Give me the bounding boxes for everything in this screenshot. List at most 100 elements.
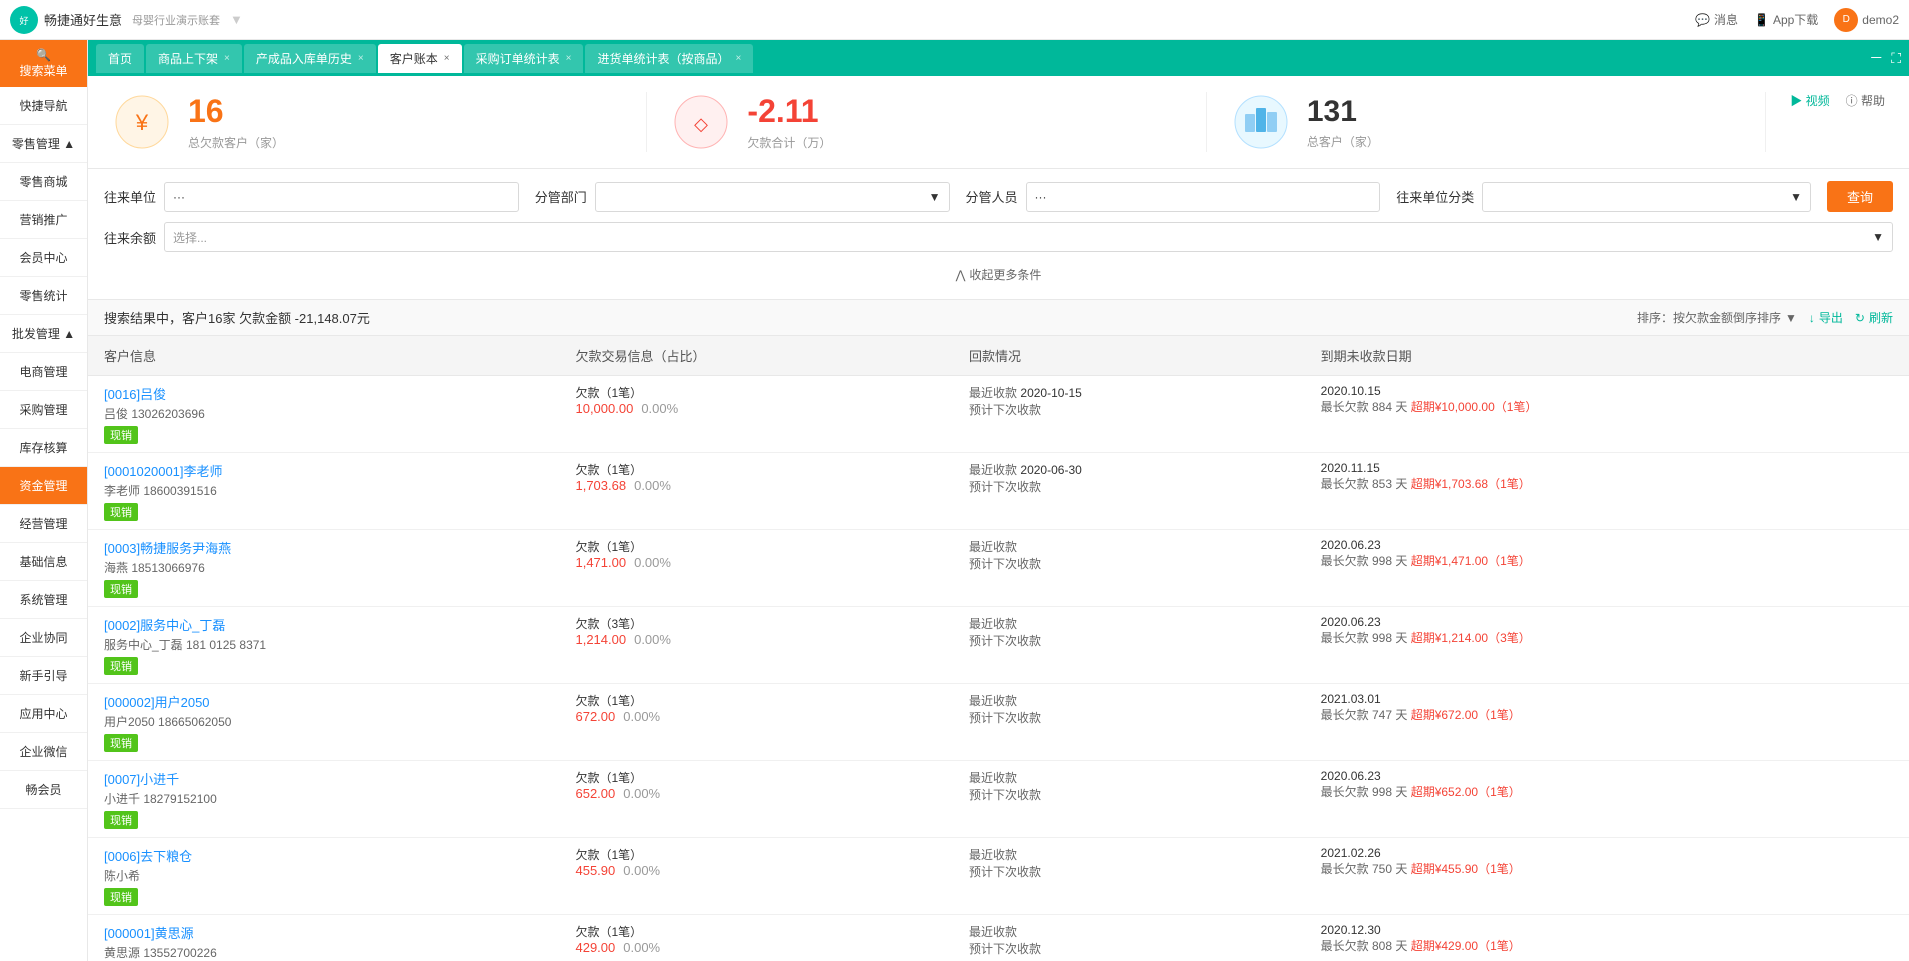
tab-close-customer[interactable]: × bbox=[444, 53, 450, 64]
table-row: [0001020001]李老师 李老师 18600391516 现销 欠款（1笔… bbox=[88, 453, 1909, 530]
sidebar-item-base-info[interactable]: 基础信息 bbox=[0, 543, 87, 581]
stat-amount-info: -2.11 欠款合计（万） bbox=[747, 93, 831, 151]
stat-total-customers: 131 总客户（家） bbox=[1231, 92, 1766, 152]
sidebar-item-system[interactable]: 系统管理 bbox=[0, 581, 87, 619]
customer-contact: 李老师 18600391516 bbox=[104, 482, 543, 499]
main-layout: 🔍 搜索菜单 快捷导航 零售管理 ▲ 零售商城 营销推广 会员中心 零售统计 bbox=[0, 40, 1909, 961]
debt-label: 欠款（1笔） bbox=[575, 769, 937, 786]
overdue-amount-text[interactable]: 超期¥429.00（1笔） bbox=[1411, 939, 1521, 953]
due-date: 2021.03.01 bbox=[1321, 692, 1893, 706]
collection-cell: 最近收款 预计下次收款 bbox=[953, 530, 1305, 607]
user-avatar[interactable]: D demo2 bbox=[1834, 8, 1899, 32]
customer-contact: 黄思源 13552700226 bbox=[104, 944, 543, 961]
customer-name[interactable]: [000002]用户2050 bbox=[104, 692, 543, 711]
source-unit-input[interactable]: ··· bbox=[164, 182, 519, 212]
sidebar-item-wechat[interactable]: 企业微信 bbox=[0, 733, 87, 771]
stat-overdue-customers: ¥ 16 总欠款客户（家） bbox=[112, 92, 647, 152]
debt-amount[interactable]: 672.000.00% bbox=[575, 709, 937, 724]
debt-label: 欠款（1笔） bbox=[575, 923, 937, 940]
col-collection: 回款情况 bbox=[953, 336, 1305, 376]
results-info: 搜索结果中，客户16家 欠款金额 -21,148.07元 bbox=[104, 308, 370, 327]
tab-home[interactable]: 首页 bbox=[96, 44, 144, 73]
tab-close-production[interactable]: × bbox=[358, 53, 364, 64]
overdue-amount-text[interactable]: 超期¥1,471.00（1笔） bbox=[1411, 554, 1531, 568]
sidebar-item-finance[interactable]: 资金管理 bbox=[0, 467, 87, 505]
debt-amount[interactable]: 455.900.00% bbox=[575, 863, 937, 878]
sidebar-item-retail-mgmt[interactable]: 零售管理 ▲ bbox=[0, 125, 87, 163]
overdue-amount-text[interactable]: 超期¥1,214.00（3笔） bbox=[1411, 631, 1531, 645]
tab-purchase-summary[interactable]: 采购订单统计表 × bbox=[464, 44, 584, 73]
recent-label: 最近收款 bbox=[969, 386, 1017, 400]
overdue-amount-text[interactable]: 超期¥1,703.68（1笔） bbox=[1411, 477, 1531, 491]
sidebar-item-enterprise[interactable]: 企业协同 bbox=[0, 619, 87, 657]
overdue-amount-text[interactable]: 超期¥455.90（1笔） bbox=[1411, 862, 1521, 876]
overdue-info: 最长欠款 750 天 超期¥455.90（1笔） bbox=[1321, 860, 1893, 877]
view-btn[interactable]: ▶ 视频 bbox=[1790, 92, 1829, 109]
app-download-btn[interactable]: 📱 App下载 bbox=[1754, 11, 1818, 28]
collection-recent: 最近收款 2020-06-30 bbox=[969, 461, 1289, 478]
sidebar-item-retail-mall[interactable]: 零售商城 bbox=[0, 163, 87, 201]
overdue-amount-text[interactable]: 超期¥10,000.00（1笔） bbox=[1411, 400, 1538, 414]
customer-name[interactable]: [0006]去下粮仓 bbox=[104, 846, 543, 865]
sidebar-item-ops[interactable]: 经营管理 bbox=[0, 505, 87, 543]
customer-tag: 现销 bbox=[104, 426, 138, 444]
overdue-amount-text[interactable]: 超期¥672.00（1笔） bbox=[1411, 708, 1521, 722]
overdue-days: 最长欠款 747 天 bbox=[1321, 708, 1411, 722]
balance-select[interactable]: 选择... ▼ bbox=[164, 222, 1893, 252]
sidebar-item-quick-nav[interactable]: 快捷导航 bbox=[0, 87, 87, 125]
customer-name[interactable]: [0003]畅捷服务尹海燕 bbox=[104, 538, 543, 557]
debt-percent: 0.00% bbox=[634, 478, 671, 493]
filter-row-2: 往来余额 选择... ▼ bbox=[104, 222, 1893, 252]
collection-next: 预计下次收款 bbox=[969, 401, 1289, 418]
sidebar-item-chang-member[interactable]: 畅会员 bbox=[0, 771, 87, 809]
refresh-button[interactable]: ↻ 刷新 bbox=[1855, 309, 1893, 326]
sidebar-item-purchase[interactable]: 采购管理 bbox=[0, 391, 87, 429]
collapse-button[interactable]: ⋀ 收起更多条件 bbox=[104, 262, 1893, 287]
sidebar-item-batch-mgmt[interactable]: 批发管理 ▲ bbox=[0, 315, 87, 353]
tab-production-history[interactable]: 产成品入库单历史 × bbox=[244, 44, 376, 73]
overdue-amount-text[interactable]: 超期¥652.00（1笔） bbox=[1411, 785, 1521, 799]
sidebar-item-marketing[interactable]: 营销推广 bbox=[0, 201, 87, 239]
sort-button[interactable]: 排序：按欠款金额倒序排序 ▼ bbox=[1637, 309, 1797, 326]
export-button[interactable]: ↓ 导出 bbox=[1809, 309, 1843, 326]
debt-amount[interactable]: 429.000.00% bbox=[575, 940, 937, 955]
customer-name[interactable]: [0002]服务中心_丁磊 bbox=[104, 615, 543, 634]
debt-amount[interactable]: 1,703.680.00% bbox=[575, 478, 937, 493]
customer-name[interactable]: [0001020001]李老师 bbox=[104, 461, 543, 480]
due-date-cell: 2020.11.15 最长欠款 853 天 超期¥1,703.68（1笔） bbox=[1305, 453, 1909, 530]
debt-info-cell: 欠款（1笔） 10,000.000.00% bbox=[559, 376, 953, 453]
debt-info-cell: 欠款（1笔） 1,703.680.00% bbox=[559, 453, 953, 530]
sidebar-item-appcenter[interactable]: 应用中心 bbox=[0, 695, 87, 733]
sidebar-item-retail-stats[interactable]: 零售统计 bbox=[0, 277, 87, 315]
debt-amount[interactable]: 1,471.000.00% bbox=[575, 555, 937, 570]
tab-close-inventory[interactable]: × bbox=[735, 53, 741, 64]
customer-name[interactable]: [0007]小进千 bbox=[104, 769, 543, 788]
maximize-icon[interactable]: ⛶ bbox=[1891, 50, 1901, 67]
sidebar-item-ecommerce[interactable]: 电商管理 bbox=[0, 353, 87, 391]
tab-close-purchase[interactable]: × bbox=[566, 53, 572, 64]
department-select[interactable]: ▼ bbox=[595, 182, 950, 212]
sidebar-item-inventory[interactable]: 库存核算 bbox=[0, 429, 87, 467]
recent-label: 最近收款 bbox=[969, 617, 1017, 631]
unit-category-label: 往来单位分类 bbox=[1396, 187, 1474, 206]
recent-label: 最近收款 bbox=[969, 925, 1017, 939]
unit-category-select[interactable]: ▼ bbox=[1482, 182, 1811, 212]
sidebar-search[interactable]: 🔍 搜索菜单 bbox=[0, 40, 87, 87]
minimize-icon[interactable]: － bbox=[1869, 48, 1883, 68]
debt-amount[interactable]: 10,000.000.00% bbox=[575, 401, 937, 416]
tab-inventory-stats[interactable]: 进货单统计表（按商品） × bbox=[585, 44, 753, 73]
debt-amount[interactable]: 652.000.00% bbox=[575, 786, 937, 801]
customer-name[interactable]: [000001]黄思源 bbox=[104, 923, 543, 942]
debt-amount[interactable]: 1,214.000.00% bbox=[575, 632, 937, 647]
message-btn[interactable]: 💬 消息 bbox=[1695, 11, 1738, 28]
customer-name[interactable]: [0016]吕俊 bbox=[104, 384, 543, 403]
sidebar-item-guide[interactable]: 新手引导 bbox=[0, 657, 87, 695]
tab-close-products[interactable]: × bbox=[224, 53, 230, 64]
manager-input[interactable]: ··· bbox=[1026, 182, 1381, 212]
tab-products-off[interactable]: 商品上下架 × bbox=[146, 44, 242, 73]
search-button[interactable]: 查询 bbox=[1827, 181, 1893, 212]
source-unit-dots: ··· bbox=[173, 190, 185, 204]
sidebar-item-member[interactable]: 会员中心 bbox=[0, 239, 87, 277]
tab-customer-account[interactable]: 客户账本 × bbox=[378, 44, 462, 73]
help-btn[interactable]: ⓘ 帮助 bbox=[1846, 92, 1885, 109]
